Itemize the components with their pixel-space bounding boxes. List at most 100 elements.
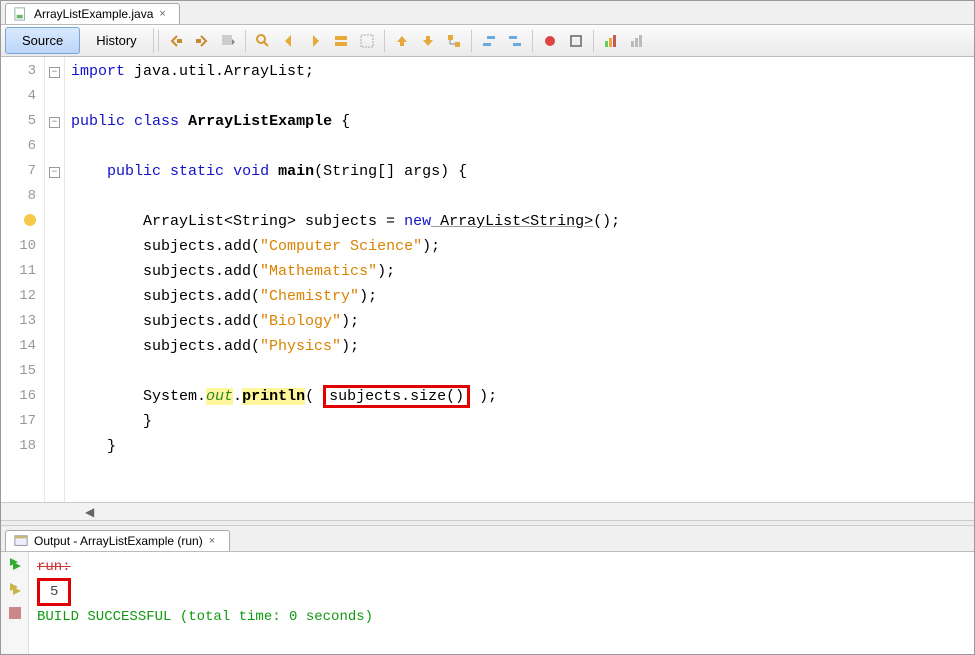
history-tab[interactable]: History (80, 28, 153, 53)
output-sidebar (1, 552, 29, 654)
line-number: 11 (1, 259, 36, 284)
line-number: 4 (1, 84, 36, 109)
output-tab[interactable]: Output - ArrayListExample (run) × (5, 530, 230, 551)
bars-grey-icon[interactable] (625, 29, 649, 53)
code-editor[interactable]: 3 4 5 6 7 8 10 11 12 13 14 15 16 17 18 −… (1, 57, 974, 502)
output-console[interactable]: run: 5 BUILD SUCCESSFUL (total time: 0 s… (29, 552, 974, 654)
line-number: 8 (1, 184, 36, 209)
line-number: 10 (1, 234, 36, 259)
stop-icon[interactable] (564, 29, 588, 53)
toolbar-separator (471, 30, 472, 52)
toolbar-separator (158, 30, 159, 52)
line-number: 7 (1, 159, 36, 184)
source-tab[interactable]: Source (5, 27, 80, 54)
line-number: 12 (1, 284, 36, 309)
java-file-icon (14, 7, 28, 21)
line-number: 17 (1, 409, 36, 434)
output-icon (14, 534, 28, 548)
output-line: run: (37, 556, 966, 578)
code-text: System. (143, 388, 206, 405)
code-text: (); (593, 213, 620, 230)
code-area[interactable]: import java.util.ArrayList; public class… (65, 57, 974, 502)
code-text: } (71, 438, 116, 455)
keyword: public (107, 163, 161, 180)
output-line: 5 (37, 578, 966, 606)
code-text: ( (305, 388, 323, 405)
keyword: import (71, 63, 125, 80)
shift-right-icon[interactable] (503, 29, 527, 53)
output-tab-label: Output - ArrayListExample (run) (34, 534, 203, 548)
code-text: } (71, 413, 152, 430)
code-text: { (332, 113, 350, 130)
code-text: ); (341, 313, 359, 330)
file-tab[interactable]: ArrayListExample.java × (5, 3, 180, 24)
stop-run-icon[interactable] (8, 606, 22, 623)
output-line: BUILD SUCCESSFUL (total time: 0 seconds) (37, 606, 966, 628)
highlight-icon[interactable] (329, 29, 353, 53)
file-tab-label: ArrayListExample.java (34, 7, 153, 21)
line-number: 13 (1, 309, 36, 334)
next-match-icon[interactable] (303, 29, 327, 53)
toolbar-separator (384, 30, 385, 52)
highlighted-expression: subjects.size() (323, 385, 470, 408)
tree-icon[interactable] (442, 29, 466, 53)
code-text: ); (422, 238, 440, 255)
code-text: subjects.add( (143, 288, 260, 305)
code-text: ArrayList<String> (431, 213, 593, 230)
highlighted-result: 5 (37, 578, 71, 606)
line-number (1, 209, 36, 234)
forward-icon[interactable] (190, 29, 214, 53)
up-icon[interactable] (390, 29, 414, 53)
code-text: ); (341, 338, 359, 355)
keyword: class (134, 113, 179, 130)
code-text: java.util.ArrayList; (125, 63, 314, 80)
string-literal: "Biology" (260, 313, 341, 330)
code-text: ); (470, 388, 497, 405)
prev-match-icon[interactable] (277, 29, 301, 53)
close-output-icon[interactable]: × (209, 535, 221, 547)
lightbulb-icon[interactable] (24, 214, 36, 226)
dropdown-icon[interactable] (216, 29, 240, 53)
back-icon[interactable] (164, 29, 188, 53)
bars-colored-icon[interactable] (599, 29, 623, 53)
code-text: (String[] args) { (314, 163, 467, 180)
code-text: ); (359, 288, 377, 305)
record-icon[interactable] (538, 29, 562, 53)
keyword: void (233, 163, 269, 180)
line-number: 6 (1, 134, 36, 159)
selection-icon[interactable] (355, 29, 379, 53)
rerun-icon[interactable] (7, 556, 23, 575)
find-icon[interactable] (251, 29, 275, 53)
line-number: 15 (1, 359, 36, 384)
rerun-alt-icon[interactable] (7, 581, 23, 600)
keyword: static (170, 163, 224, 180)
code-text: subjects.add( (143, 263, 260, 280)
code-text: ); (377, 263, 395, 280)
keyword: new (404, 213, 431, 230)
down-icon[interactable] (416, 29, 440, 53)
method-name: main (278, 163, 314, 180)
string-literal: "Mathematics" (260, 263, 377, 280)
line-number: 14 (1, 334, 36, 359)
shift-left-icon[interactable] (477, 29, 501, 53)
toolbar-separator (593, 30, 594, 52)
line-number: 18 (1, 434, 36, 459)
fold-gutter: − − − (45, 57, 65, 502)
fold-toggle-icon[interactable]: − (49, 167, 60, 178)
fold-toggle-icon[interactable]: − (49, 67, 60, 78)
close-tab-icon[interactable]: × (159, 8, 171, 20)
editor-toolbar: Source History (1, 25, 974, 57)
output-body: run: 5 BUILD SUCCESSFUL (total time: 0 s… (1, 552, 974, 654)
output-tab-bar: Output - ArrayListExample (run) × (1, 526, 974, 552)
string-literal: "Chemistry" (260, 288, 359, 305)
class-name: ArrayListExample (188, 113, 332, 130)
line-number: 16 (1, 384, 36, 409)
scroll-left-icon[interactable]: ◀ (85, 505, 94, 519)
horizontal-scrollbar[interactable]: ◀ (1, 502, 974, 520)
line-number-gutter: 3 4 5 6 7 8 10 11 12 13 14 15 16 17 18 (1, 57, 45, 502)
fold-toggle-icon[interactable]: − (49, 117, 60, 128)
string-literal: "Physics" (260, 338, 341, 355)
code-text: . (233, 388, 242, 405)
editor-tab-bar: ArrayListExample.java × (1, 1, 974, 25)
ide-window: ArrayListExample.java × Source History (0, 0, 975, 655)
